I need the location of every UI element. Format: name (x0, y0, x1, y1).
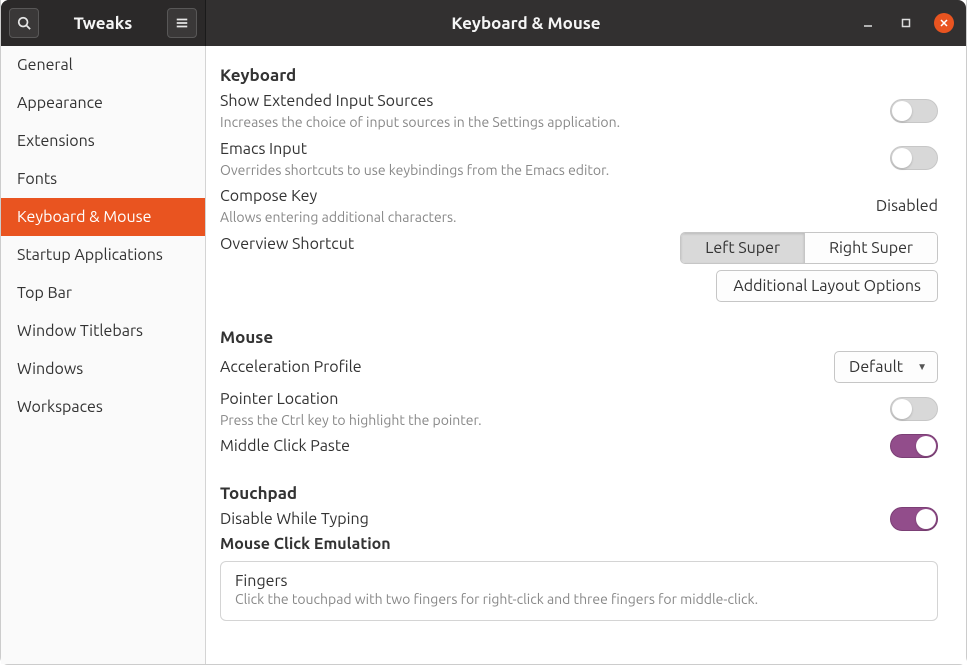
section-header-keyboard: Keyboard (220, 66, 938, 85)
minimize-icon (863, 18, 873, 28)
sidebar-item-window-titlebars[interactable]: Window Titlebars (1, 312, 205, 350)
overview-left-super[interactable]: Left Super (681, 233, 804, 263)
fingers-desc: Click the touchpad with two fingers for … (235, 590, 923, 610)
body: General Appearance Extensions Fonts Keyb… (1, 46, 966, 664)
sidebar-item-startup-applications[interactable]: Startup Applications (1, 236, 205, 274)
show-extended-desc: Increases the choice of input sources in… (220, 113, 874, 133)
search-icon (17, 16, 31, 30)
disable-typing-toggle[interactable] (890, 507, 938, 531)
row-disable-typing: Disable While Typing (220, 507, 938, 531)
app-window: Tweaks Keyboard & Mouse General Appearan… (0, 0, 967, 665)
close-icon (939, 18, 949, 28)
section-touchpad: Touchpad Disable While Typing Mouse Clic… (220, 484, 938, 621)
middle-click-toggle[interactable] (890, 434, 938, 458)
sidebar-item-general[interactable]: General (1, 46, 205, 84)
compose-value: Disabled (876, 197, 938, 215)
close-button[interactable] (934, 13, 954, 33)
row-show-extended: Show Extended Input Sources Increases th… (220, 89, 938, 133)
row-overview: Overview Shortcut Left Super Right Super… (220, 232, 938, 302)
section-mouse: Mouse Acceleration Profile Default ▼ Poi… (220, 328, 938, 459)
overview-segmented: Left Super Right Super (680, 232, 938, 264)
sidebar-item-windows[interactable]: Windows (1, 350, 205, 388)
row-pointer: Pointer Location Press the Ctrl key to h… (220, 387, 938, 431)
sidebar-item-appearance[interactable]: Appearance (1, 84, 205, 122)
fingers-title: Fingers (235, 572, 923, 590)
pointer-toggle[interactable] (890, 397, 938, 421)
additional-layout-options-button[interactable]: Additional Layout Options (716, 270, 938, 302)
app-title: Tweaks (45, 14, 161, 33)
minimize-button[interactable] (858, 13, 878, 33)
emulation-card[interactable]: Fingers Click the touchpad with two fing… (220, 561, 938, 621)
section-keyboard: Keyboard Show Extended Input Sources Inc… (220, 66, 938, 302)
row-accel: Acceleration Profile Default ▼ (220, 351, 938, 383)
overview-right-super[interactable]: Right Super (804, 233, 937, 263)
pointer-desc: Press the Ctrl key to highlight the poin… (220, 411, 874, 431)
row-middle-click: Middle Click Paste (220, 434, 938, 458)
row-emacs: Emacs Input Overrides shortcuts to use k… (220, 137, 938, 181)
chevron-down-icon: ▼ (917, 361, 927, 373)
row-compose: Compose Key Allows entering additional c… (220, 184, 938, 228)
hamburger-icon (175, 16, 189, 30)
show-extended-toggle[interactable] (890, 99, 938, 123)
sidebar-item-extensions[interactable]: Extensions (1, 122, 205, 160)
accel-label: Acceleration Profile (220, 355, 818, 379)
search-button[interactable] (9, 8, 39, 38)
emacs-label: Emacs Input (220, 137, 874, 161)
accel-dropdown[interactable]: Default ▼ (834, 351, 938, 383)
middle-click-label: Middle Click Paste (220, 434, 874, 458)
sidebar-item-keyboard-mouse[interactable]: Keyboard & Mouse (1, 198, 205, 236)
maximize-button[interactable] (896, 13, 916, 33)
disable-typing-label: Disable While Typing (220, 507, 874, 531)
show-extended-label: Show Extended Input Sources (220, 89, 874, 113)
sidebar-item-fonts[interactable]: Fonts (1, 160, 205, 198)
sidebar: General Appearance Extensions Fonts Keyb… (1, 46, 206, 664)
titlebar: Tweaks Keyboard & Mouse (1, 0, 966, 46)
emacs-desc: Overrides shortcuts to use keybindings f… (220, 161, 874, 181)
pointer-label: Pointer Location (220, 387, 874, 411)
window-controls (846, 0, 966, 46)
emulation-header: Mouse Click Emulation (220, 535, 938, 553)
page-title: Keyboard & Mouse (206, 0, 846, 46)
overview-label: Overview Shortcut (220, 232, 664, 256)
maximize-icon (901, 18, 911, 28)
section-header-touchpad: Touchpad (220, 484, 938, 503)
emacs-toggle[interactable] (890, 146, 938, 170)
sidebar-item-top-bar[interactable]: Top Bar (1, 274, 205, 312)
content: Keyboard Show Extended Input Sources Inc… (206, 46, 966, 664)
hamburger-button[interactable] (167, 8, 197, 38)
accel-dropdown-value: Default (849, 358, 903, 376)
compose-desc: Allows entering additional characters. (220, 208, 860, 228)
compose-label: Compose Key (220, 184, 860, 208)
section-header-mouse: Mouse (220, 328, 938, 347)
titlebar-left: Tweaks (1, 0, 206, 46)
sidebar-item-workspaces[interactable]: Workspaces (1, 388, 205, 426)
